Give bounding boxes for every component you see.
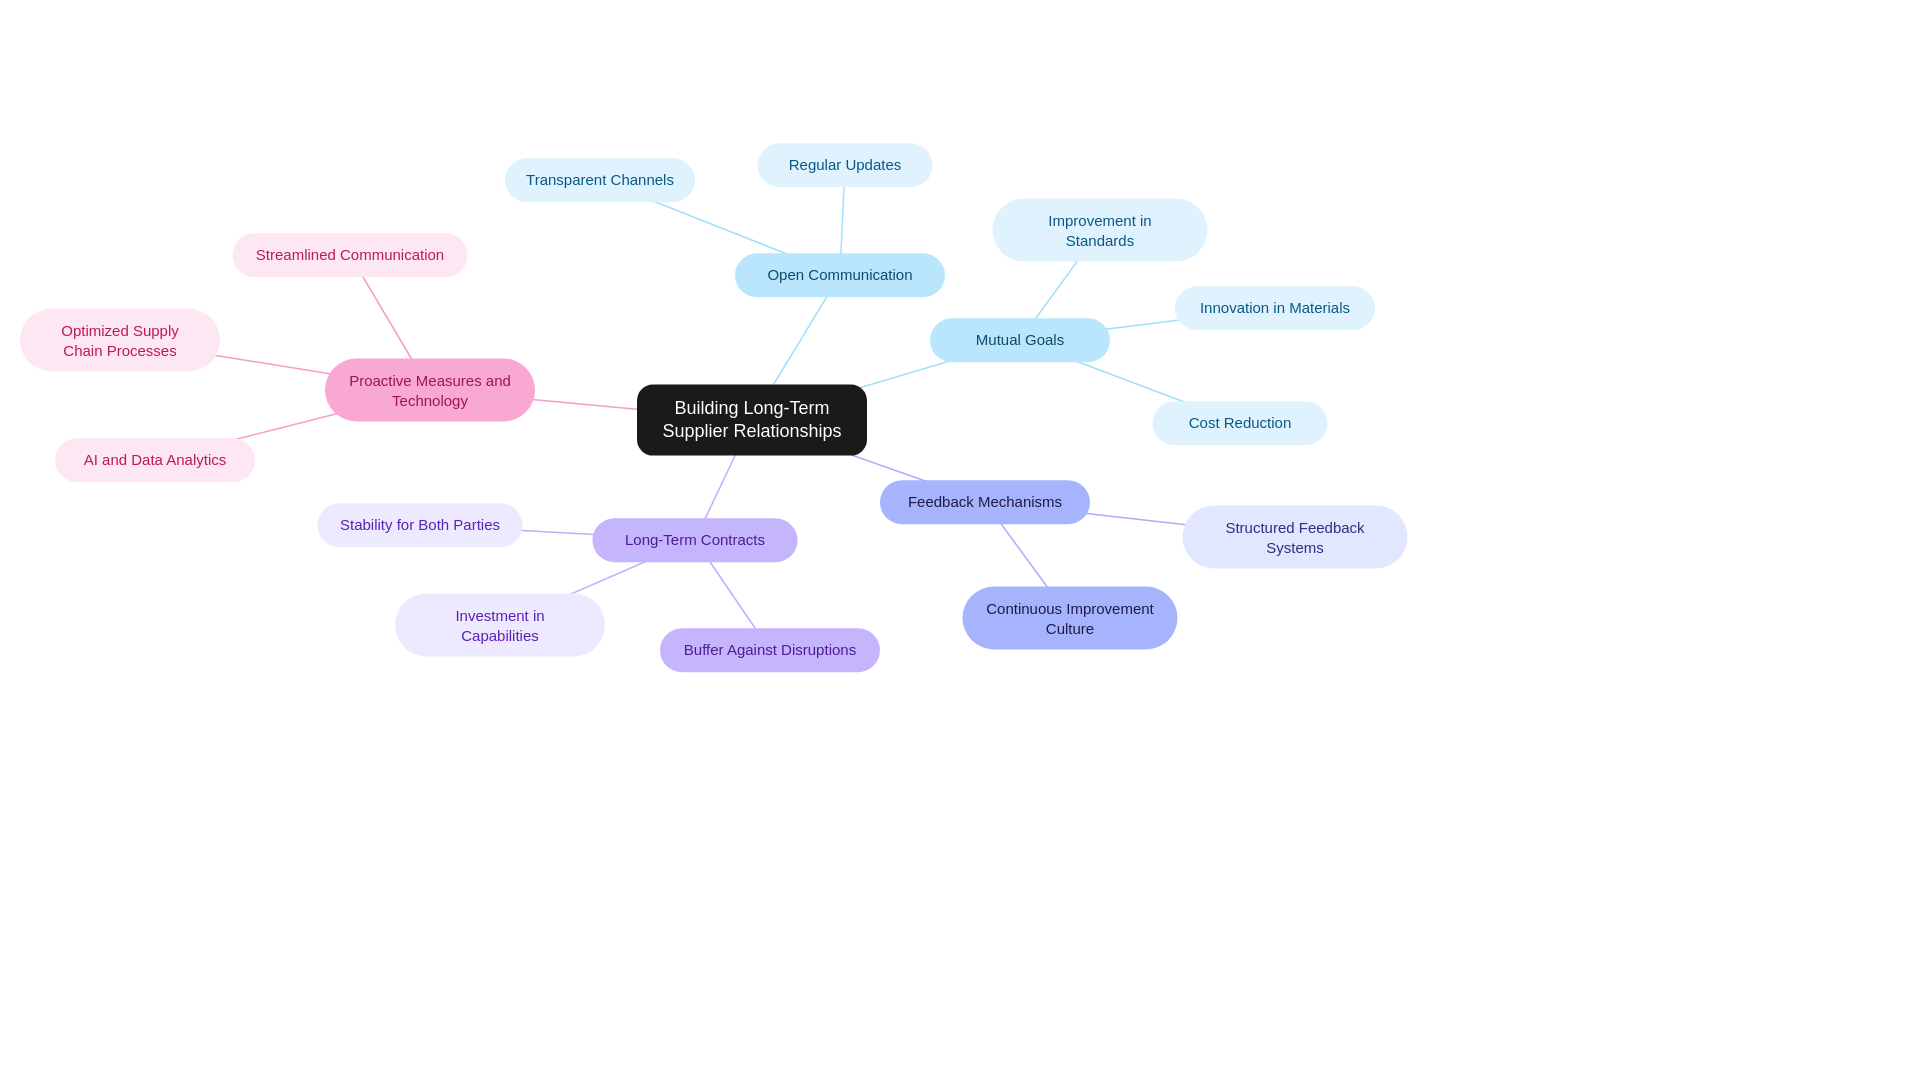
streamlined-communication-node: Streamlined Communication (233, 233, 468, 277)
mindmap-container: Building Long-Term Supplier Relationship… (0, 0, 1920, 1083)
innovation-materials-node: Innovation in Materials (1175, 286, 1375, 330)
center-node: Building Long-Term Supplier Relationship… (637, 385, 867, 456)
buffer-disruptions-node: Buffer Against Disruptions (660, 628, 880, 672)
improvement-standards-node: Improvement in Standards (993, 199, 1208, 262)
transparent-channels-node: Transparent Channels (505, 158, 695, 202)
connection-lines (0, 0, 1920, 1083)
stability-both-parties-node: Stability for Both Parties (318, 503, 523, 547)
open-communication-node: Open Communication (735, 253, 945, 297)
long-term-contracts-node: Long-Term Contracts (593, 518, 798, 562)
optimized-supply-chain-node: Optimized Supply Chain Processes (20, 309, 220, 372)
structured-feedback-node: Structured Feedback Systems (1183, 506, 1408, 569)
regular-updates-node: Regular Updates (758, 143, 933, 187)
mutual-goals-node: Mutual Goals (930, 318, 1110, 362)
proactive-measures-node: Proactive Measures and Technology (325, 359, 535, 422)
ai-data-analytics-node: AI and Data Analytics (55, 438, 255, 482)
feedback-mechanisms-node: Feedback Mechanisms (880, 480, 1090, 524)
continuous-improvement-node: Continuous Improvement Culture (963, 587, 1178, 650)
investment-capabilities-node: Investment in Capabilities (395, 594, 605, 657)
cost-reduction-node: Cost Reduction (1153, 401, 1328, 445)
